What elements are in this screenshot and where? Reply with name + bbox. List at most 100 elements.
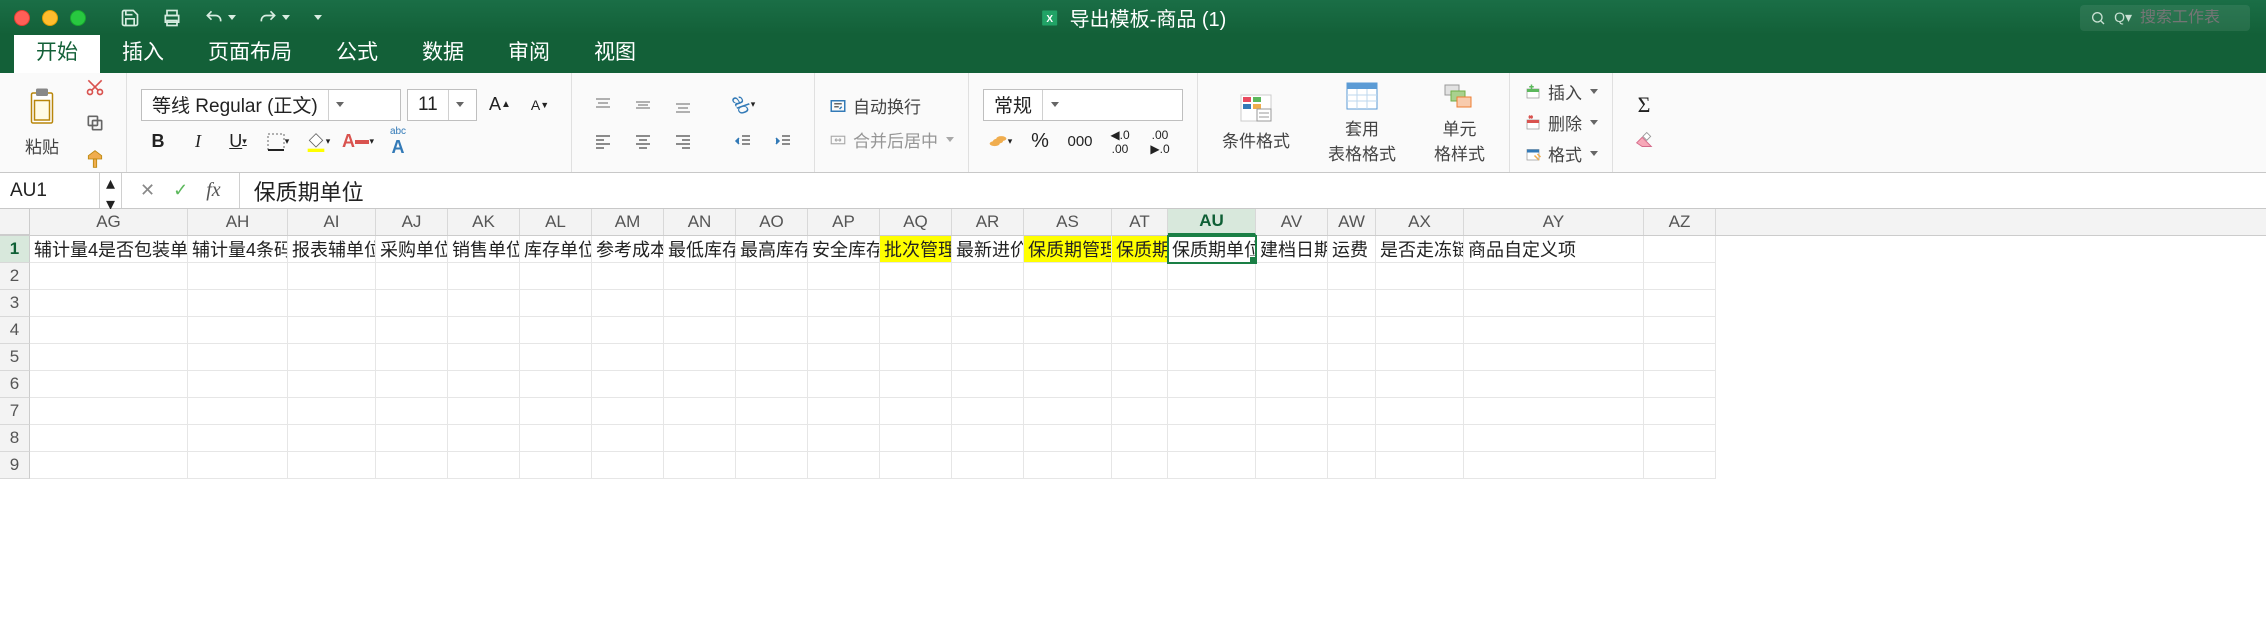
cell-AH6[interactable] <box>188 371 288 398</box>
cell-AS5[interactable] <box>1024 344 1112 371</box>
cancel-formula-button[interactable]: ✕ <box>140 180 155 201</box>
format-cells-button[interactable]: 格式 <box>1524 141 1598 166</box>
cell-AR3[interactable] <box>952 290 1024 317</box>
column-header-AY[interactable]: AY <box>1464 209 1644 235</box>
close-window-button[interactable] <box>14 10 30 26</box>
column-header-AI[interactable]: AI <box>288 209 376 235</box>
cell-AZ4[interactable] <box>1644 317 1716 344</box>
cell-AW9[interactable] <box>1328 452 1376 479</box>
comma-button[interactable]: 000 <box>1063 127 1097 157</box>
cell-AU9[interactable] <box>1168 452 1256 479</box>
cell-AQ7[interactable] <box>880 398 952 425</box>
insert-cells-button[interactable]: 插入 <box>1524 79 1598 104</box>
cell-AX6[interactable] <box>1376 371 1464 398</box>
cell-AQ3[interactable] <box>880 290 952 317</box>
table-format-button[interactable]: 套用 表格格式 <box>1318 77 1406 169</box>
cell-AT2[interactable] <box>1112 263 1168 290</box>
cell-AH9[interactable] <box>188 452 288 479</box>
delete-cells-button[interactable]: 删除 <box>1524 110 1598 135</box>
cell-AV8[interactable] <box>1256 425 1328 452</box>
cell-AL5[interactable] <box>520 344 592 371</box>
name-box-spinner[interactable]: ▴ ▾ <box>100 173 122 208</box>
cell-AV5[interactable] <box>1256 344 1328 371</box>
cell-AW2[interactable] <box>1328 263 1376 290</box>
column-header-AV[interactable]: AV <box>1256 209 1328 235</box>
cell-AH3[interactable] <box>188 290 288 317</box>
increase-decimal-button[interactable]: ◀.0.00 <box>1103 127 1137 157</box>
cell-AM1[interactable]: 参考成本 <box>592 236 664 263</box>
cell-AM8[interactable] <box>592 425 664 452</box>
orientation-button[interactable]: ab▾ <box>726 90 760 120</box>
row-header-3[interactable]: 3 <box>0 290 30 317</box>
name-box[interactable]: AU1 <box>0 173 100 208</box>
font-color-button[interactable]: A▾ <box>341 127 375 157</box>
align-left-button[interactable] <box>586 126 620 156</box>
bold-button[interactable]: B <box>141 127 175 157</box>
cell-AJ4[interactable] <box>376 317 448 344</box>
cell-AK9[interactable] <box>448 452 520 479</box>
select-all-corner[interactable] <box>0 209 30 235</box>
cell-AU3[interactable] <box>1168 290 1256 317</box>
cell-AS2[interactable] <box>1024 263 1112 290</box>
merge-center-button[interactable]: 合并后居中 <box>829 126 954 154</box>
cell-AV4[interactable] <box>1256 317 1328 344</box>
cell-AO7[interactable] <box>736 398 808 425</box>
cell-AP2[interactable] <box>808 263 880 290</box>
cell-AO2[interactable] <box>736 263 808 290</box>
cell-AN1[interactable]: 最低库存 <box>664 236 736 263</box>
cell-AX7[interactable] <box>1376 398 1464 425</box>
cell-AU7[interactable] <box>1168 398 1256 425</box>
cell-AY6[interactable] <box>1464 371 1644 398</box>
font-name-combo[interactable]: 等线 Regular (正文) <box>141 89 401 121</box>
cell-AJ7[interactable] <box>376 398 448 425</box>
cell-AL8[interactable] <box>520 425 592 452</box>
cell-AS4[interactable] <box>1024 317 1112 344</box>
cell-AQ5[interactable] <box>880 344 952 371</box>
cell-AJ2[interactable] <box>376 263 448 290</box>
cell-AR6[interactable] <box>952 371 1024 398</box>
increase-font-button[interactable]: A▲ <box>483 90 517 120</box>
column-header-AZ[interactable]: AZ <box>1644 209 1716 235</box>
redo-icon[interactable] <box>258 8 290 28</box>
cell-AT1[interactable]: 保质期 <box>1112 236 1168 263</box>
cell-AL3[interactable] <box>520 290 592 317</box>
cell-AS9[interactable] <box>1024 452 1112 479</box>
cell-AN6[interactable] <box>664 371 736 398</box>
cell-AR1[interactable]: 最新进价 <box>952 236 1024 263</box>
cell-AJ8[interactable] <box>376 425 448 452</box>
cell-AN7[interactable] <box>664 398 736 425</box>
cell-AS1[interactable]: 保质期管理 <box>1024 236 1112 263</box>
align-top-button[interactable] <box>586 90 620 120</box>
qat-customize-icon[interactable] <box>312 15 322 20</box>
cell-AX2[interactable] <box>1376 263 1464 290</box>
cell-AO6[interactable] <box>736 371 808 398</box>
cell-AH7[interactable] <box>188 398 288 425</box>
cell-AW1[interactable]: 运费 <box>1328 236 1376 263</box>
column-header-AX[interactable]: AX <box>1376 209 1464 235</box>
cell-AU6[interactable] <box>1168 371 1256 398</box>
cell-AM6[interactable] <box>592 371 664 398</box>
cell-AG8[interactable] <box>30 425 188 452</box>
fill-color-button[interactable]: ▾ <box>301 127 335 157</box>
cell-AQ6[interactable] <box>880 371 952 398</box>
cell-AZ6[interactable] <box>1644 371 1716 398</box>
increase-indent-button[interactable] <box>766 126 800 156</box>
cell-AV6[interactable] <box>1256 371 1328 398</box>
cell-AT6[interactable] <box>1112 371 1168 398</box>
cell-AP1[interactable]: 安全库存 <box>808 236 880 263</box>
cell-AR8[interactable] <box>952 425 1024 452</box>
cell-AZ1[interactable] <box>1644 236 1716 263</box>
cell-AJ9[interactable] <box>376 452 448 479</box>
cell-AW8[interactable] <box>1328 425 1376 452</box>
cell-AP3[interactable] <box>808 290 880 317</box>
cell-AJ5[interactable] <box>376 344 448 371</box>
cell-AP7[interactable] <box>808 398 880 425</box>
cell-AZ8[interactable] <box>1644 425 1716 452</box>
save-icon[interactable] <box>120 8 140 28</box>
cell-AU8[interactable] <box>1168 425 1256 452</box>
cell-AM3[interactable] <box>592 290 664 317</box>
cell-AW3[interactable] <box>1328 290 1376 317</box>
cell-AX8[interactable] <box>1376 425 1464 452</box>
sheet-search[interactable]: Q▾ <box>2080 5 2250 31</box>
row-header-2[interactable]: 2 <box>0 263 30 290</box>
